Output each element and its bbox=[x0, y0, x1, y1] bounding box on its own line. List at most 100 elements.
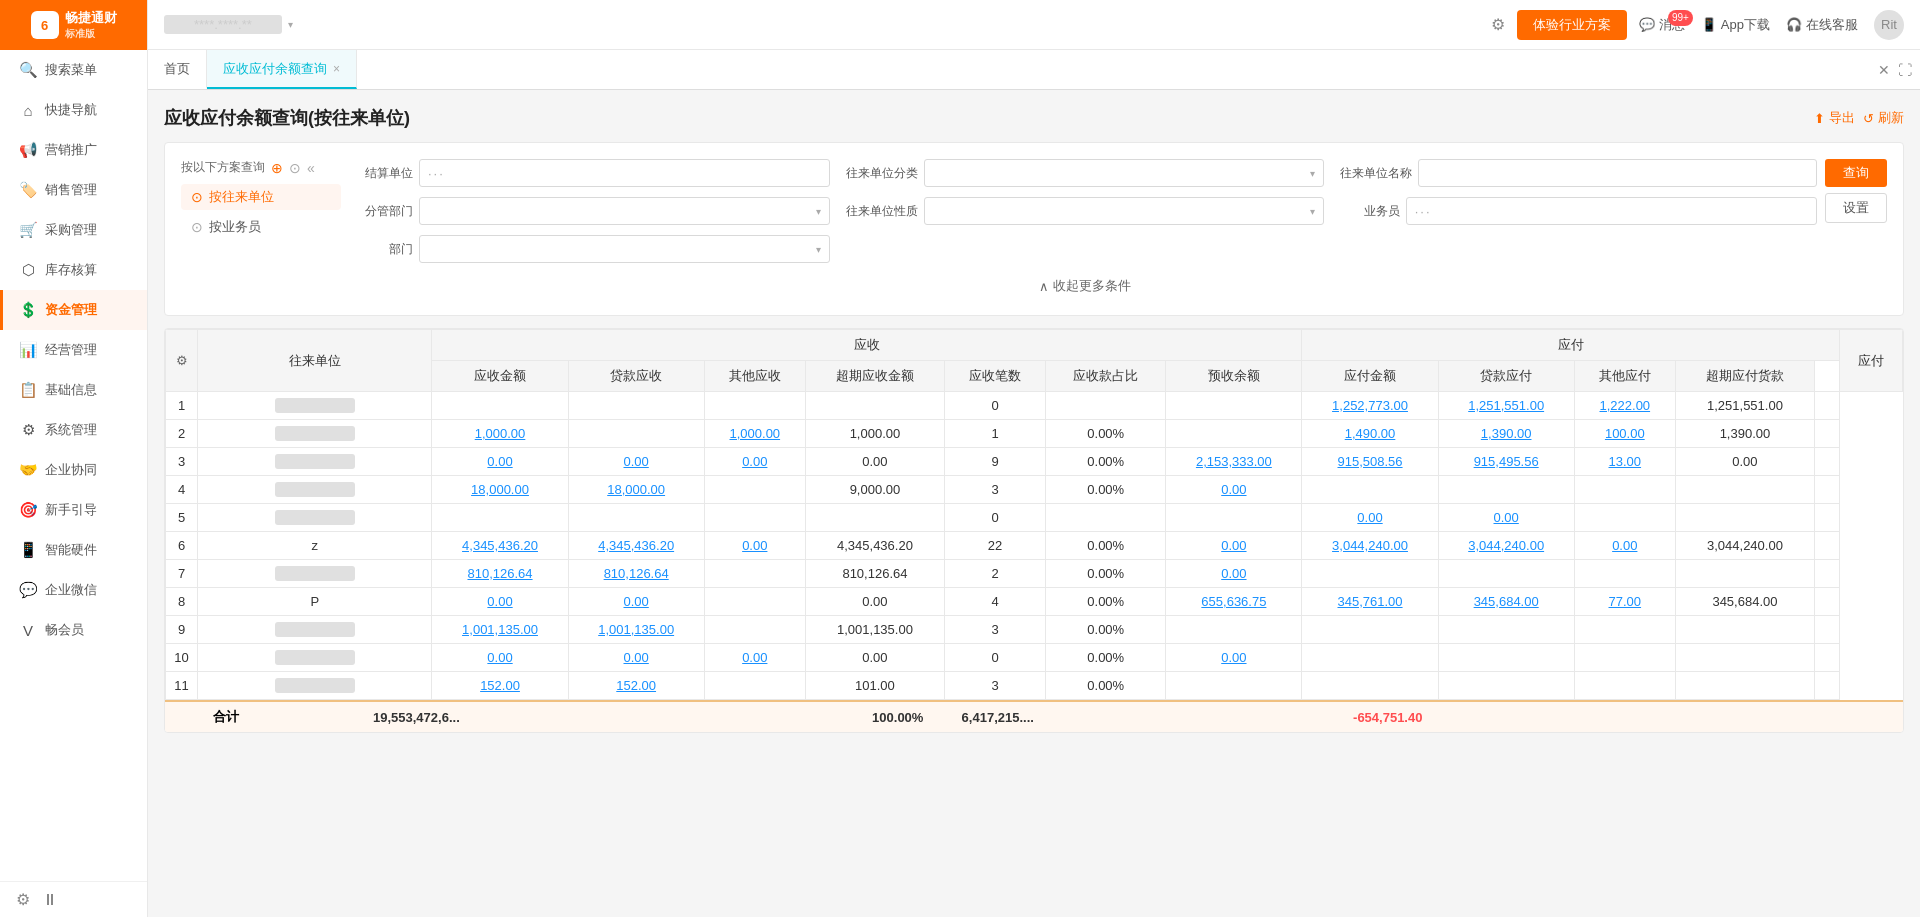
dept-label: 部门 bbox=[353, 241, 413, 258]
export-button[interactable]: ⬆ 导出 bbox=[1814, 109, 1855, 127]
th-receivable-count: 应收笔数 bbox=[945, 361, 1046, 392]
settlement-input[interactable]: ··· bbox=[419, 159, 830, 187]
basic-icon: 📋 bbox=[19, 381, 37, 399]
table-row: 1████████01,252,773.001,251,551.001,222.… bbox=[166, 392, 1903, 420]
page-content: 应收应付余额查询(按往来单位) ⬆ 导出 ↺ 刷新 按以下方案查询 bbox=[148, 90, 1920, 917]
user-name: Rit bbox=[1881, 17, 1897, 32]
topbar: ****.****.** ▾ ⚙ 体验行业方案 💬 消息 99+ 📱 App下载… bbox=[148, 0, 1920, 50]
table-row: 6z4,345,436.204,345,436.200.004,345,436.… bbox=[166, 532, 1903, 560]
collapse-icon: ∧ bbox=[1039, 279, 1049, 294]
app-download-item[interactable]: 📱 App下载 bbox=[1701, 16, 1770, 34]
breadcrumb-dropdown-icon[interactable]: ▾ bbox=[288, 19, 293, 30]
solution-button[interactable]: 体验行业方案 bbox=[1517, 10, 1627, 40]
table-row: 3████████0.000.000.000.0090.00%2,153,333… bbox=[166, 448, 1903, 476]
message-item[interactable]: 💬 消息 99+ bbox=[1639, 16, 1685, 34]
sidebar-item-purchase[interactable]: 🛒 采购管理 bbox=[0, 210, 147, 250]
footer-overdue-payable: -654,751.40 bbox=[1328, 710, 1448, 725]
sidebar-item-label: 搜索菜单 bbox=[45, 61, 97, 79]
guide-icon: 🎯 bbox=[19, 501, 37, 519]
unit-category-input[interactable]: ▾ bbox=[924, 159, 1323, 187]
home-icon: ⌂ bbox=[19, 102, 37, 119]
unit-nature-input[interactable]: ▾ bbox=[924, 197, 1323, 225]
sidebar-item-hardware[interactable]: 📱 智能硬件 bbox=[0, 530, 147, 570]
tabs-actions: ✕ ⛶ bbox=[1870, 50, 1920, 89]
topbar-gear-icon[interactable]: ⚙ bbox=[1491, 15, 1505, 34]
sidebar: 6 畅捷通财 标准版 🔍 搜索菜单 ⌂ 快捷导航 📢 营销推广 🏷️ 销售管理 … bbox=[0, 0, 148, 917]
table-row: 10████████0.000.000.000.0000.00%0.00 bbox=[166, 644, 1903, 672]
logo-text-block: 畅捷通财 标准版 bbox=[65, 9, 117, 41]
sidebar-item-guide[interactable]: 🎯 新手引导 bbox=[0, 490, 147, 530]
tab-home-label: 首页 bbox=[164, 60, 190, 78]
sidebar-item-wechat[interactable]: 💬 企业微信 bbox=[0, 570, 147, 610]
settlement-label: 结算单位 bbox=[353, 165, 413, 182]
footer-receivable-total: 19,553,472,6... bbox=[365, 710, 468, 725]
unit-name-input[interactable] bbox=[1418, 159, 1817, 187]
th-receivable-group: 应收 bbox=[432, 330, 1302, 361]
dept-input[interactable]: ▾ bbox=[419, 235, 830, 263]
table-row: 9████████1,001,135.001,001,135.001,001,1… bbox=[166, 616, 1903, 644]
sidebar-item-label: 新手引导 bbox=[45, 501, 97, 519]
table-row: 5████████00.000.00 bbox=[166, 504, 1903, 532]
settings-button[interactable]: 设置 bbox=[1825, 193, 1887, 223]
sidebar-item-operations[interactable]: 📊 经营管理 bbox=[0, 330, 147, 370]
th-payable-more: 应付 bbox=[1839, 330, 1902, 392]
tab-home[interactable]: 首页 bbox=[148, 50, 207, 89]
sidebar-item-search[interactable]: 🔍 搜索菜单 bbox=[0, 50, 147, 90]
footer-receivable-ratio: 100.00% bbox=[848, 710, 948, 725]
tab-close-icon[interactable]: × bbox=[333, 62, 340, 76]
sidebar-item-sales[interactable]: 🏷️ 销售管理 bbox=[0, 170, 147, 210]
sales-icon: 🏷️ bbox=[19, 181, 37, 199]
tab-receivable[interactable]: 应收应付余额查询 × bbox=[207, 50, 357, 89]
sidebar-bottom: ⚙ ⏸ bbox=[0, 881, 147, 917]
th-receivable-ratio: 应收款占比 bbox=[1046, 361, 1166, 392]
online-service-icon: 🎧 bbox=[1786, 17, 1802, 32]
sidebar-item-inventory[interactable]: ⬡ 库存核算 bbox=[0, 250, 147, 290]
user-avatar[interactable]: Rit bbox=[1874, 10, 1904, 40]
query-button[interactable]: 查询 bbox=[1825, 159, 1887, 187]
th-gear[interactable]: ⚙ bbox=[166, 330, 198, 392]
dept-manage-input[interactable]: ▾ bbox=[419, 197, 830, 225]
filter-nav-by-staff[interactable]: ⊙ 按业务员 bbox=[181, 214, 341, 240]
data-table: ⚙ 往来单位 应收 应付 应付 bbox=[165, 329, 1903, 700]
table-gear-icon[interactable]: ⚙ bbox=[176, 353, 188, 368]
th-payable-amount: 应付金额 bbox=[1302, 361, 1438, 392]
by-staff-icon: ⊙ bbox=[191, 219, 203, 235]
sidebar-item-label: 经营管理 bbox=[45, 341, 97, 359]
wechat-icon: 💬 bbox=[19, 581, 37, 599]
sidebar-item-basic[interactable]: 📋 基础信息 bbox=[0, 370, 147, 410]
page-header-actions: ⬆ 导出 ↺ 刷新 bbox=[1814, 109, 1904, 127]
table-row: 8P0.000.000.0040.00%655,636.75345,761.00… bbox=[166, 588, 1903, 616]
sidebar-item-system[interactable]: ⚙ 系统管理 bbox=[0, 410, 147, 450]
table-row: 2████████1,000.001,000.001,000.0010.00%1… bbox=[166, 420, 1903, 448]
filter-salesman: 业务员 ··· bbox=[1340, 197, 1817, 225]
operations-icon: 📊 bbox=[19, 341, 37, 359]
member-icon: V bbox=[19, 622, 37, 639]
sidebar-item-marketing[interactable]: 📢 营销推广 bbox=[0, 130, 147, 170]
filter-back-icon[interactable]: « bbox=[307, 160, 315, 176]
unit-nature-label: 往来单位性质 bbox=[846, 203, 918, 220]
filter-settings-icon[interactable]: ⊙ bbox=[289, 160, 301, 176]
system-icon: ⚙ bbox=[19, 421, 37, 439]
collapse-button[interactable]: ∧ 收起更多条件 bbox=[1035, 273, 1135, 299]
sidebar-item-label: 快捷导航 bbox=[45, 101, 97, 119]
filter-add-icon[interactable]: ⊕ bbox=[271, 160, 283, 176]
marketing-icon: 📢 bbox=[19, 141, 37, 159]
sidebar-item-quick[interactable]: ⌂ 快捷导航 bbox=[0, 90, 147, 130]
sidebar-item-label: 企业微信 bbox=[45, 581, 97, 599]
sidebar-item-label: 企业协同 bbox=[45, 461, 97, 479]
online-service-item[interactable]: 🎧 在线客服 bbox=[1786, 16, 1858, 34]
settings-bottom-icon[interactable]: ⚙ bbox=[16, 890, 30, 909]
filter-nav-by-unit[interactable]: ⊙ 按往来单位 bbox=[181, 184, 341, 210]
sidebar-item-enterprise[interactable]: 🤝 企业协同 bbox=[0, 450, 147, 490]
tabs-bar: 首页 应收应付余额查询 × ✕ ⛶ bbox=[148, 50, 1920, 90]
sidebar-item-finance[interactable]: 💲 资金管理 bbox=[0, 290, 147, 330]
salesman-input[interactable]: ··· bbox=[1406, 197, 1817, 225]
footer-label: 合计 bbox=[205, 708, 365, 726]
logo-icon: 6 bbox=[31, 11, 59, 39]
th-payable-group: 应付 bbox=[1302, 330, 1840, 361]
window-expand-icon[interactable]: ⛶ bbox=[1898, 62, 1912, 78]
collapse-icon[interactable]: ⏸ bbox=[42, 891, 58, 909]
window-close-icon[interactable]: ✕ bbox=[1878, 62, 1890, 78]
refresh-button[interactable]: ↺ 刷新 bbox=[1863, 109, 1904, 127]
sidebar-item-member[interactable]: V 畅会员 bbox=[0, 610, 147, 650]
